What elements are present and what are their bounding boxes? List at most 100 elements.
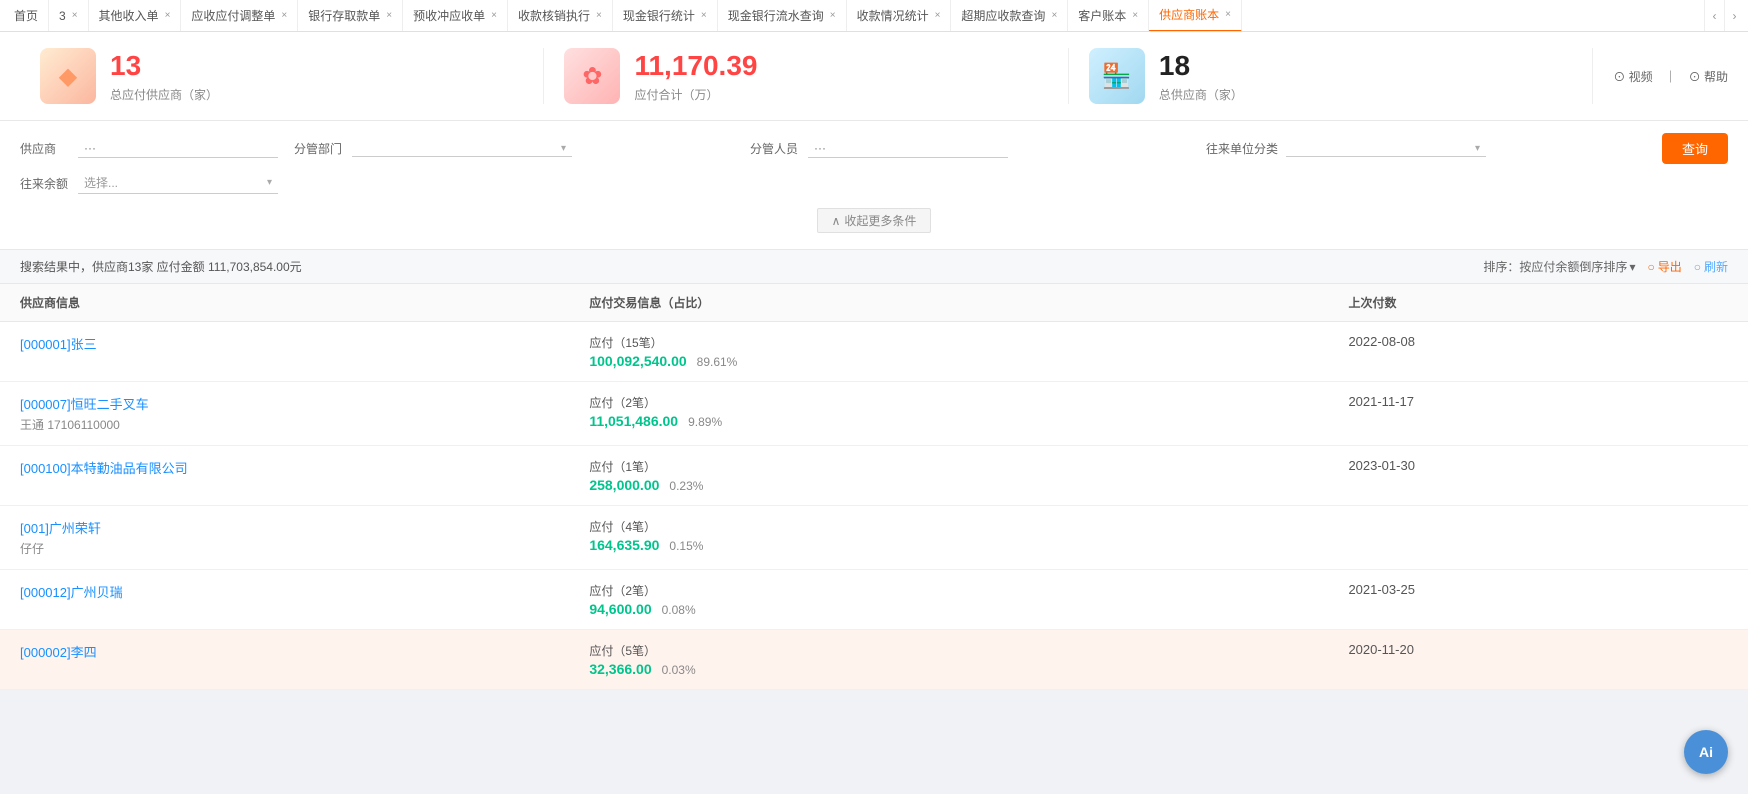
filter-balance: 往来余额 选择... ▾: [20, 172, 278, 194]
tx-amount-0[interactable]: 100,092,540.00: [589, 353, 686, 369]
payable-total-number: 11,170.39: [634, 49, 757, 83]
balance-label: 往来余额: [20, 175, 70, 192]
tx-label-4: 应付（2笔）: [589, 584, 656, 598]
nav-home[interactable]: 首页: [4, 0, 49, 32]
store-icon: 🏪: [1089, 48, 1145, 104]
supplier-link-1[interactable]: [000007]恒旺二手叉车: [20, 397, 149, 412]
person-input[interactable]: [808, 139, 1008, 158]
refresh-icon: ○: [1694, 260, 1701, 274]
lastpay-cell-4: 2021-03-25: [1348, 582, 1728, 597]
person-label: 分管人员: [750, 140, 800, 157]
nav-bank-deposit[interactable]: 银行存取款单 ×: [298, 0, 403, 32]
table-row: [000002]李四 应付（5笔） 32,366.00 0.03% 2020-1…: [0, 630, 1748, 690]
close-icon[interactable]: ×: [701, 10, 707, 21]
summary-bar: ◆ 13 总应付供应商（家） ✿ 11,170.39 应付合计（万） 🏪 18 …: [0, 32, 1748, 121]
close-icon[interactable]: ×: [165, 10, 171, 21]
table-row: [000007]恒旺二手叉车 王通 17106110000 应付（2笔） 11,…: [0, 382, 1748, 446]
nav-prev-arrow[interactable]: ‹: [1704, 0, 1724, 32]
tx-row-4: 94,600.00 0.08%: [589, 601, 1348, 617]
payable-suppliers-label: 总应付供应商（家）: [110, 86, 218, 103]
collapse-button[interactable]: ∧ 收起更多条件: [817, 208, 932, 233]
help-link[interactable]: ⊙ 帮助: [1689, 68, 1728, 85]
close-icon[interactable]: ×: [281, 10, 287, 21]
nav-customer-ledger[interactable]: 客户账本 ×: [1068, 0, 1149, 32]
collapse-icon: ∧: [832, 214, 841, 228]
export-label: 导出: [1658, 258, 1682, 275]
close-icon[interactable]: ×: [386, 10, 392, 21]
nav-next-arrow[interactable]: ›: [1724, 0, 1744, 32]
dept-select[interactable]: ▾: [352, 141, 572, 157]
ai-badge[interactable]: Ai: [1684, 730, 1728, 774]
col-header-transaction: 应付交易信息（占比）: [589, 294, 1348, 311]
tx-amount-5[interactable]: 32,366.00: [589, 661, 651, 677]
close-icon[interactable]: ×: [1225, 9, 1231, 20]
supplier-input[interactable]: [78, 139, 278, 158]
tx-pct-3: 0.15%: [669, 539, 703, 553]
diamond-icon: ◆: [40, 48, 96, 104]
supplier-link-4[interactable]: [000012]广州贝瑞: [20, 585, 123, 600]
transaction-cell-3: 应付（4笔） 164,635.90 0.15%: [589, 518, 1348, 553]
supplier-link-0[interactable]: [000001]张三: [20, 337, 97, 352]
ai-badge-label: Ai: [1699, 744, 1713, 760]
nav-scroll-controls: ‹ ›: [1704, 0, 1744, 32]
tx-label-3: 应付（4笔）: [589, 520, 656, 534]
close-icon[interactable]: ×: [935, 10, 941, 21]
unit-class-label: 往来单位分类: [1206, 140, 1278, 157]
export-icon: ○: [1647, 260, 1654, 274]
tx-amount-2[interactable]: 258,000.00: [589, 477, 659, 493]
tx-amount-3[interactable]: 164,635.90: [589, 537, 659, 553]
nav-supplier-ledger[interactable]: 供应商账本 ×: [1149, 0, 1242, 32]
tx-pct-1: 9.89%: [688, 415, 722, 429]
col-header-supplier: 供应商信息: [20, 294, 589, 311]
supplier-link-3[interactable]: [001]广州荣轩: [20, 521, 101, 536]
collapse-bar: ∧ 收起更多条件: [20, 202, 1728, 237]
nav-collection[interactable]: 收款核销执行 ×: [508, 0, 613, 32]
video-link[interactable]: ⊙ 视频: [1613, 68, 1652, 85]
dept-label: 分管部门: [294, 140, 344, 157]
sort-arrow-icon: ▾: [1629, 260, 1635, 274]
tx-label-2: 应付（1笔）: [589, 460, 656, 474]
top-navigation: 首页 3 × 其他收入单 × 应收应付调整单 × 银行存取款单 × 预收冲应收单…: [0, 0, 1748, 32]
balance-select[interactable]: 选择... ▾: [78, 172, 278, 194]
lastpay-cell-0: 2022-08-08: [1348, 334, 1728, 349]
summary-store-info: 18 总供应商（家）: [1159, 49, 1243, 104]
sort-button[interactable]: 排序：按应付余额倒序排序 ▾: [1483, 258, 1635, 275]
tx-pct-2: 0.23%: [669, 479, 703, 493]
tx-label-0: 应付（15笔）: [589, 336, 662, 350]
close-icon[interactable]: ×: [596, 10, 602, 21]
nav-collection-stats[interactable]: 收款情况统计 ×: [847, 0, 952, 32]
refresh-button[interactable]: ○ 刷新: [1694, 258, 1728, 275]
total-suppliers-number: 18: [1159, 49, 1243, 83]
refresh-label: 刷新: [1704, 258, 1728, 275]
supplier-label: 供应商: [20, 140, 70, 157]
supplier-link-2[interactable]: [000100]本特勤油品有限公司: [20, 461, 188, 476]
nav-other-income[interactable]: 其他收入单 ×: [89, 0, 182, 32]
close-icon[interactable]: ×: [1051, 10, 1057, 21]
dept-dropdown-icon: ▾: [561, 143, 566, 154]
close-icon[interactable]: ×: [1132, 10, 1138, 21]
supplier-cell-0: [000001]张三: [20, 334, 589, 353]
nav-adjustment[interactable]: 应收应付调整单 ×: [181, 0, 298, 32]
nav-cash-bank-stats[interactable]: 现金银行统计 ×: [613, 0, 718, 32]
unit-class-select[interactable]: ▾: [1286, 141, 1486, 157]
balance-select-text: 选择...: [84, 174, 267, 191]
transaction-cell-4: 应付（2笔） 94,600.00 0.08%: [589, 582, 1348, 617]
nav-prepay-receivable[interactable]: 预收冲应收单 ×: [403, 0, 508, 32]
nav-tab-3[interactable]: 3 ×: [49, 0, 89, 32]
search-button[interactable]: 查询: [1662, 133, 1728, 164]
nav-overdue-query[interactable]: 超期应收款查询 ×: [951, 0, 1068, 32]
close-icon[interactable]: ×: [72, 10, 78, 21]
filter-unit-class: 往来单位分类 ▾: [1206, 140, 1646, 157]
tx-row-0: 100,092,540.00 89.61%: [589, 353, 1348, 369]
nav-cash-bank-flow[interactable]: 现金银行流水查询 ×: [718, 0, 847, 32]
supplier-link-5[interactable]: [000002]李四: [20, 645, 97, 660]
export-button[interactable]: ○ 导出: [1647, 258, 1681, 275]
close-icon[interactable]: ×: [491, 10, 497, 21]
tx-amount-1[interactable]: 11,051,486.00: [589, 413, 678, 429]
tx-amount-4[interactable]: 94,600.00: [589, 601, 651, 617]
filter-row-2: 往来余额 选择... ▾: [20, 172, 1728, 194]
close-icon[interactable]: ×: [830, 10, 836, 21]
filter-person: 分管人员: [750, 139, 1190, 158]
summary-payable-info: 13 总应付供应商（家）: [110, 49, 218, 104]
lastpay-cell-5: 2020-11-20: [1348, 642, 1728, 657]
